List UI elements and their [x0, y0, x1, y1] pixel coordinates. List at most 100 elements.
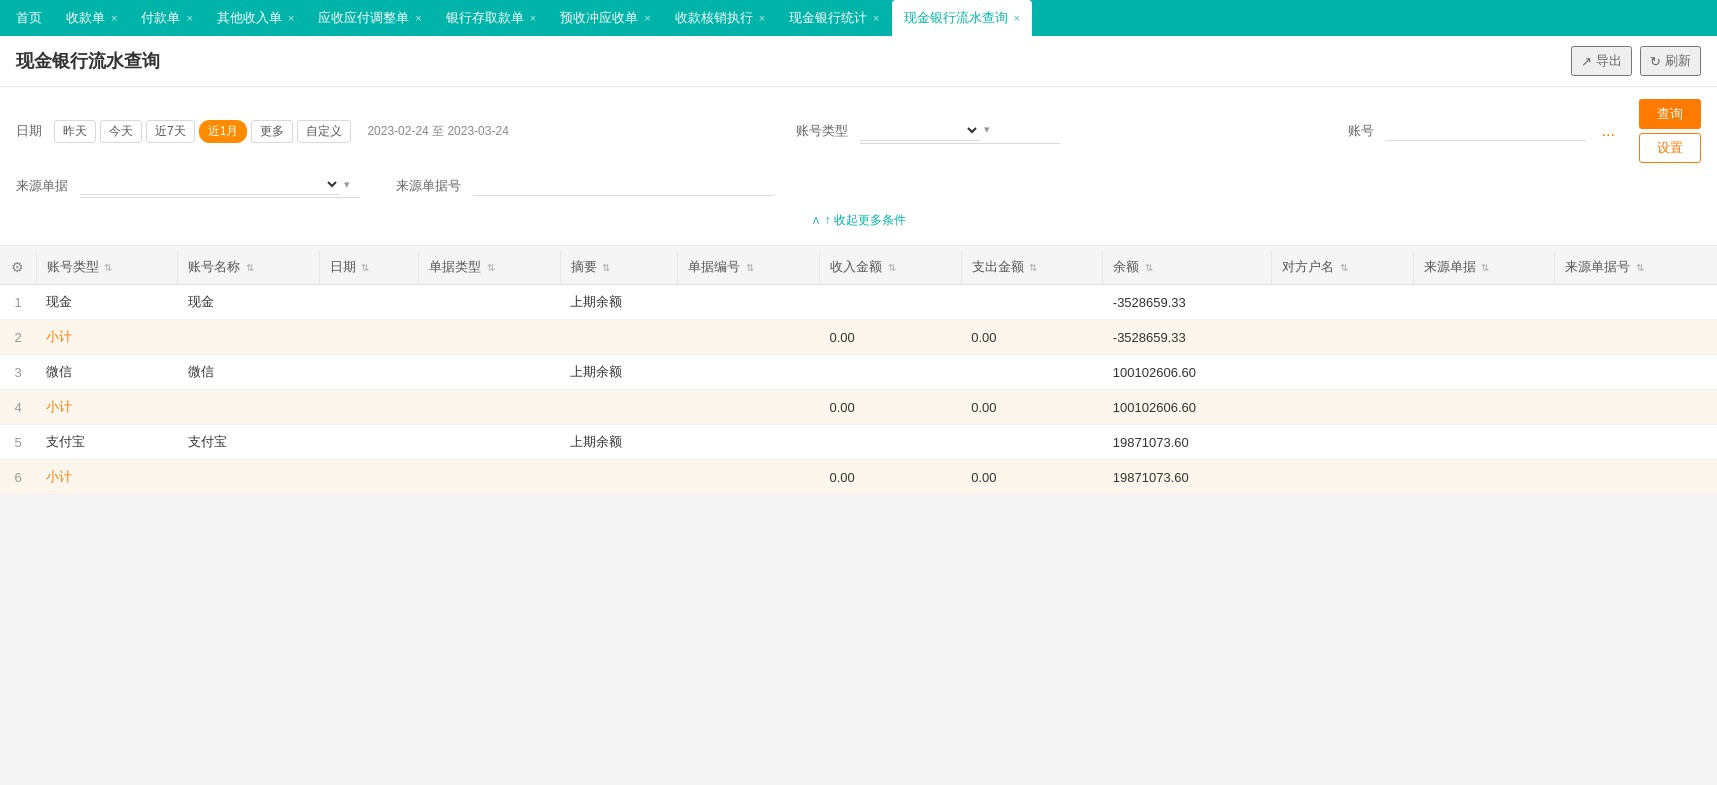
cell-date — [319, 285, 418, 320]
date-yesterday[interactable]: 昨天 — [54, 120, 96, 143]
refresh-button[interactable]: ↻ 刷新 — [1640, 46, 1701, 76]
cell-expense — [961, 425, 1103, 460]
close-icon[interactable]: × — [111, 12, 117, 24]
col-label: 日期 — [330, 259, 356, 274]
table-row: 2小计0.000.00-3528659.33 — [0, 320, 1717, 355]
col-label: 账号类型 — [47, 259, 99, 274]
col-label: 对方户名 — [1282, 259, 1334, 274]
col-counterpart[interactable]: 对方户名 ⇅ — [1272, 250, 1414, 285]
cell-summary — [560, 390, 678, 425]
col-label: 来源单据 — [1424, 259, 1476, 274]
cell-expense: 0.00 — [961, 390, 1103, 425]
source-doc-no-input[interactable] — [473, 176, 773, 196]
source-doc-select-wrap[interactable]: ▾ — [80, 173, 360, 198]
export-button[interactable]: ↗ 导出 — [1571, 46, 1632, 76]
header-actions: ↗ 导出 ↻ 刷新 — [1571, 46, 1701, 76]
col-balance[interactable]: 余额 ⇅ — [1103, 250, 1272, 285]
close-icon[interactable]: × — [873, 12, 879, 24]
table-row: 1现金现金上期余额-3528659.33 — [0, 285, 1717, 320]
nav-bank-deposit[interactable]: 银行存取款单 × — [434, 0, 548, 36]
close-icon[interactable]: × — [288, 12, 294, 24]
cell-source-doc-no — [1555, 285, 1717, 320]
col-source-doc[interactable]: 来源单据 ⇅ — [1413, 250, 1555, 285]
sort-icon: ⇅ — [104, 262, 112, 273]
date-7days[interactable]: 近7天 — [146, 120, 195, 143]
cell-source-doc-no — [1555, 355, 1717, 390]
nav-home[interactable]: 首页 — [4, 0, 54, 36]
close-icon[interactable]: × — [759, 12, 765, 24]
col-account-name[interactable]: 账号名称 ⇅ — [178, 250, 320, 285]
cell-account-name: 微信 — [178, 355, 320, 390]
cell-counterpart — [1272, 320, 1414, 355]
account-type-select[interactable] — [860, 119, 980, 141]
query-button[interactable]: 查询 — [1639, 99, 1701, 129]
col-label: 单据编号 — [688, 259, 740, 274]
col-doc-no[interactable]: 单据编号 ⇅ — [678, 250, 820, 285]
cell-date — [319, 390, 418, 425]
filter-row-1: 日期 昨天 今天 近7天 近1月 更多 自定义 2023-02-24 至 202… — [16, 99, 1701, 163]
account-label: 账号 — [1348, 122, 1374, 140]
col-label: 来源单据号 — [1565, 259, 1630, 274]
col-source-doc-no[interactable]: 来源单据号 ⇅ — [1555, 250, 1717, 285]
source-doc-select[interactable] — [80, 173, 340, 195]
account-type-select-wrap[interactable]: ▾ — [860, 119, 1060, 144]
row-num: 1 — [0, 285, 36, 320]
cell-account-type: 支付宝 — [36, 425, 178, 460]
cell-source-doc — [1413, 390, 1555, 425]
page-header: 现金银行流水查询 ↗ 导出 ↻ 刷新 — [0, 36, 1717, 87]
nav-payment[interactable]: 付款单 × — [129, 0, 204, 36]
cell-summary: 上期余额 — [560, 355, 678, 390]
settings-col-header[interactable]: ⚙ — [0, 250, 36, 285]
col-date[interactable]: 日期 ⇅ — [319, 250, 418, 285]
sort-icon: ⇅ — [361, 262, 369, 273]
settings-button[interactable]: 设置 — [1639, 133, 1701, 163]
nav-collection-execute[interactable]: 收款核销执行 × — [663, 0, 777, 36]
cell-account-name: 支付宝 — [178, 425, 320, 460]
cell-summary: 上期余额 — [560, 285, 678, 320]
close-icon[interactable]: × — [644, 12, 650, 24]
date-today[interactable]: 今天 — [100, 120, 142, 143]
cell-doc-no — [678, 460, 820, 495]
row-num: 5 — [0, 425, 36, 460]
nav-cash-bank-stats[interactable]: 现金银行统计 × — [777, 0, 891, 36]
table-row: 5支付宝支付宝上期余额19871073.60 — [0, 425, 1717, 460]
col-expense[interactable]: 支出金额 ⇅ — [961, 250, 1103, 285]
close-icon[interactable]: × — [1014, 12, 1020, 24]
sort-icon: ⇅ — [1145, 262, 1153, 273]
cell-balance: -3528659.33 — [1103, 285, 1272, 320]
cell-income — [820, 355, 962, 390]
cell-doc-type — [418, 460, 560, 495]
cell-income: 0.00 — [820, 320, 962, 355]
close-icon[interactable]: × — [530, 12, 536, 24]
account-input[interactable] — [1386, 121, 1586, 141]
nav-other-income[interactable]: 其他收入单 × — [205, 0, 306, 36]
cell-account-name: 现金 — [178, 285, 320, 320]
col-doc-type[interactable]: 单据类型 ⇅ — [418, 250, 560, 285]
col-income[interactable]: 收入金额 ⇅ — [820, 250, 962, 285]
ellipsis-button[interactable]: ... — [1598, 122, 1619, 140]
collapse-bar[interactable]: ∧ ↑ 收起更多条件 — [16, 208, 1701, 233]
filter-area: 日期 昨天 今天 近7天 近1月 更多 自定义 2023-02-24 至 202… — [0, 87, 1717, 246]
nav-receipt[interactable]: 收款单 × — [54, 0, 129, 36]
gear-icon[interactable]: ⚙ — [11, 259, 24, 275]
cell-doc-type — [418, 285, 560, 320]
sort-icon: ⇅ — [888, 262, 896, 273]
cell-date — [319, 320, 418, 355]
cell-account-type: 现金 — [36, 285, 178, 320]
cell-account-type: 小计 — [36, 460, 178, 495]
cell-doc-no — [678, 320, 820, 355]
table-container: ⚙ 账号类型 ⇅ 账号名称 ⇅ 日期 ⇅ 单据类型 ⇅ — [0, 250, 1717, 495]
date-custom[interactable]: 自定义 — [297, 120, 351, 143]
close-icon[interactable]: × — [415, 12, 421, 24]
nav-cash-bank-flow[interactable]: 现金银行流水查询 × — [892, 0, 1032, 36]
col-summary[interactable]: 摘要 ⇅ — [560, 250, 678, 285]
chevron-down-icon: ▾ — [984, 123, 990, 136]
date-more[interactable]: 更多 — [251, 120, 293, 143]
sort-icon: ⇅ — [602, 262, 610, 273]
close-icon[interactable]: × — [186, 12, 192, 24]
col-account-type[interactable]: 账号类型 ⇅ — [36, 250, 178, 285]
nav-adjustment[interactable]: 应收应付调整单 × — [306, 0, 433, 36]
nav-advance-offset[interactable]: 预收冲应收单 × — [548, 0, 662, 36]
cell-account-type: 小计 — [36, 320, 178, 355]
date-1month[interactable]: 近1月 — [199, 120, 248, 143]
